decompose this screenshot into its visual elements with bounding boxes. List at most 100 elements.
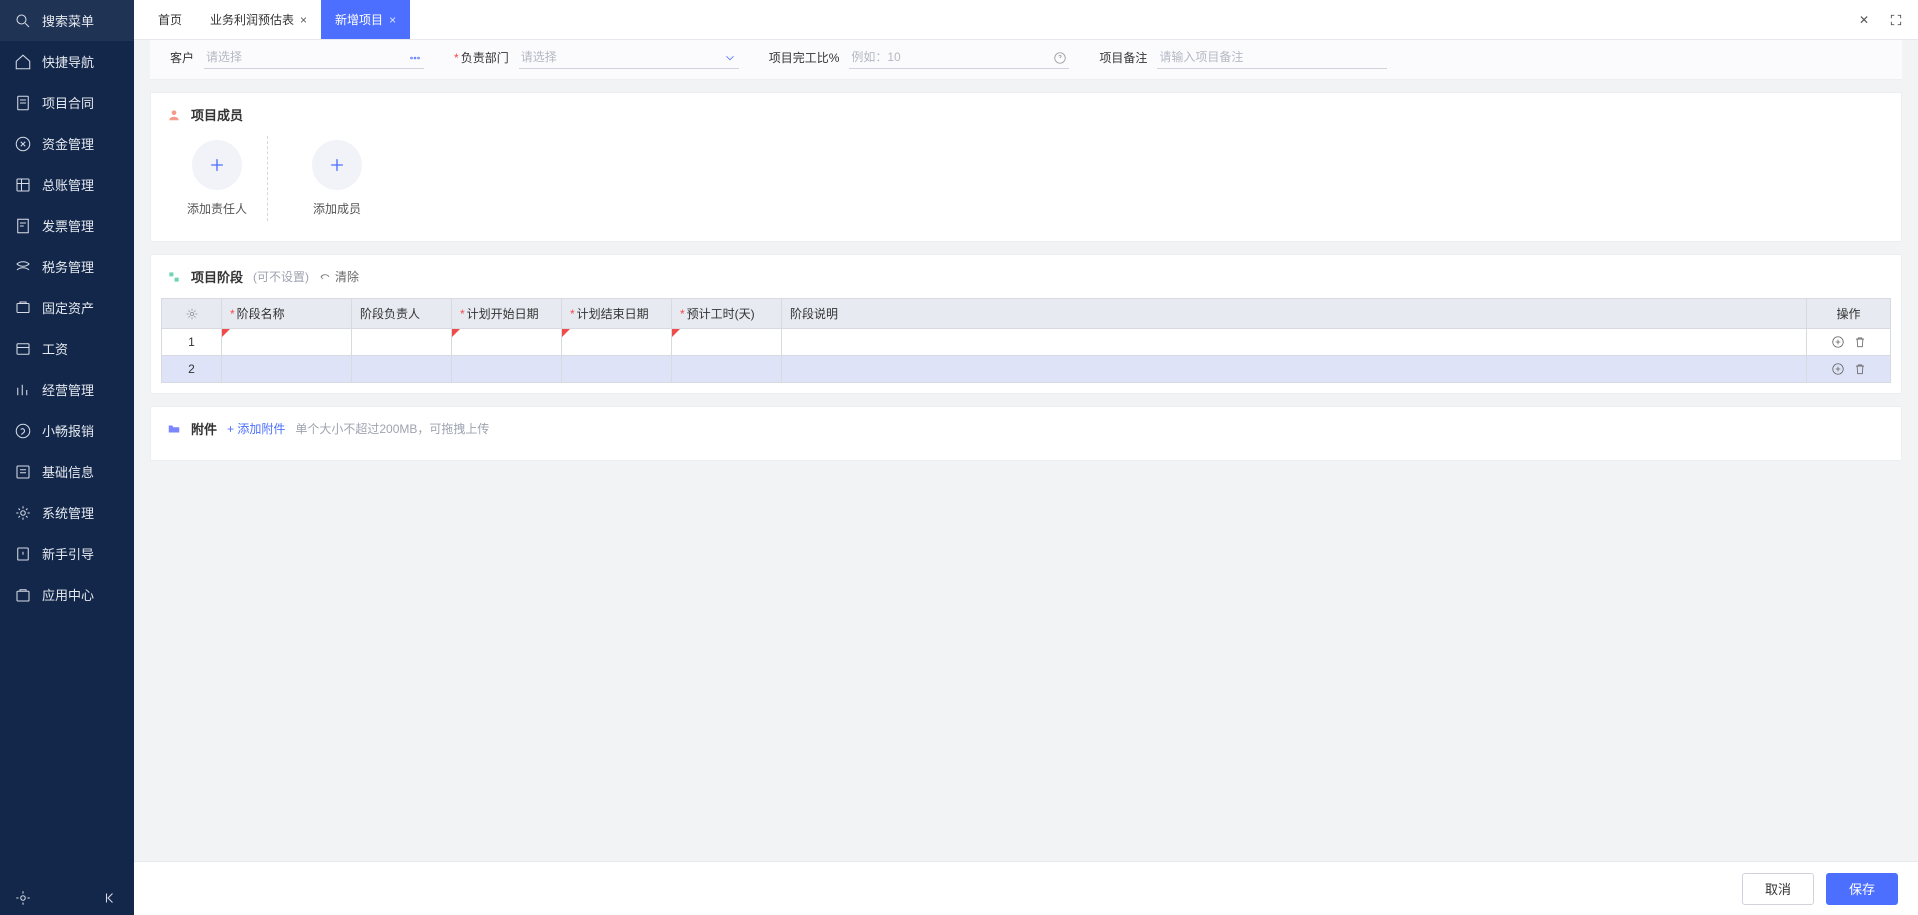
department-label: *负责部门	[454, 49, 509, 66]
add-member-button[interactable]	[312, 140, 362, 190]
customer-label: 客户	[170, 49, 194, 66]
delete-row-icon[interactable]	[1853, 362, 1867, 376]
tax-icon	[14, 258, 32, 276]
sidebar-item-label: 新手引导	[42, 544, 94, 563]
department-input[interactable]	[519, 46, 739, 69]
cell-start-date[interactable]	[452, 329, 562, 355]
add-owner-button[interactable]	[192, 140, 242, 190]
add-row-icon[interactable]	[1831, 335, 1845, 349]
row-index: 1	[162, 329, 222, 355]
sidebar-project-contract[interactable]: 项目合同	[0, 82, 134, 123]
sidebar-item-label: 基础信息	[42, 462, 94, 481]
col-ops: 操作	[1807, 299, 1890, 328]
col-phase-person: 阶段负责人	[352, 299, 452, 328]
add-attachment-button[interactable]: + 添加附件	[227, 420, 285, 437]
add-member-box: 添加成员	[292, 136, 382, 221]
sidebar-system[interactable]: 系统管理	[0, 492, 134, 533]
table-row: 2	[162, 356, 1806, 382]
sidebar-basicinfo[interactable]: 基础信息	[0, 451, 134, 492]
remark-label: 项目备注	[1099, 49, 1147, 66]
sidebar-invoice[interactable]: 发票管理	[0, 205, 134, 246]
sidebar-item-label: 小畅报销	[42, 421, 94, 440]
invoice-icon	[14, 217, 32, 235]
search-icon	[14, 12, 32, 30]
cancel-button[interactable]: 取消	[1742, 873, 1814, 905]
close-icon[interactable]: ×	[389, 13, 396, 27]
cell-phase-name[interactable]	[222, 356, 352, 382]
money-icon	[14, 135, 32, 153]
tab-label: 首页	[158, 11, 182, 28]
sidebar-guide[interactable]: 新手引导	[0, 533, 134, 574]
add-owner-box: 添加责任人	[167, 136, 268, 221]
settings-icon	[14, 504, 32, 522]
delete-row-icon[interactable]	[1853, 335, 1867, 349]
chart-icon	[14, 381, 32, 399]
sidebar-quicknav[interactable]: 快捷导航	[0, 41, 134, 82]
close-icon[interactable]: ×	[300, 13, 307, 27]
guide-icon	[14, 545, 32, 563]
save-button[interactable]: 保存	[1826, 873, 1898, 905]
add-member-label: 添加成员	[313, 200, 361, 217]
sidebar-funds[interactable]: 资金管理	[0, 123, 134, 164]
tab-new-project[interactable]: 新增项目 ×	[321, 0, 410, 39]
sidebar-apps[interactable]: 应用中心	[0, 574, 134, 615]
phase-clear-button[interactable]: 清除	[319, 268, 359, 285]
gear-icon[interactable]	[14, 889, 32, 907]
sidebar-asset[interactable]: 固定资产	[0, 287, 134, 328]
sidebar-ledger[interactable]: 总账管理	[0, 164, 134, 205]
sidebar-reimburse[interactable]: 小畅报销	[0, 410, 134, 451]
cell-hours[interactable]	[672, 329, 782, 355]
cell-phase-name[interactable]	[222, 329, 352, 355]
sidebar-salary[interactable]: 工资	[0, 328, 134, 369]
attachment-section: 附件 + 添加附件 单个大小不超过200MB，可拖拽上传	[150, 406, 1902, 461]
phase-title: 项目阶段	[191, 267, 243, 286]
sidebar-item-label: 工资	[42, 339, 68, 358]
row-index: 2	[162, 356, 222, 382]
gear-column-header[interactable]	[162, 299, 222, 328]
sidebar-item-label: 发票管理	[42, 216, 94, 235]
person-icon	[167, 108, 181, 122]
col-end-date: *计划结束日期	[562, 299, 672, 328]
sidebar-item-label: 项目合同	[42, 93, 94, 112]
cell-desc[interactable]	[782, 356, 1806, 382]
collapse-icon[interactable]	[102, 889, 120, 907]
phase-table: *阶段名称 阶段负责人 *计划开始日期 *计划结束日期 *预计工时(天) 阶段说…	[161, 298, 1891, 383]
add-row-icon[interactable]	[1831, 362, 1845, 376]
customer-input[interactable]	[204, 46, 424, 69]
col-desc: 阶段说明	[782, 299, 1806, 328]
sidebar-tax[interactable]: 税务管理	[0, 246, 134, 287]
info-icon	[14, 463, 32, 481]
cell-desc[interactable]	[782, 329, 1806, 355]
tab-profit-forecast[interactable]: 业务利润预估表 ×	[196, 0, 321, 39]
col-start-date: *计划开始日期	[452, 299, 562, 328]
sidebar-search[interactable]: 搜索菜单	[0, 0, 134, 41]
close-panel-icon[interactable]: ✕	[1852, 8, 1876, 32]
fullscreen-icon[interactable]	[1884, 8, 1908, 32]
folder-icon	[167, 422, 181, 436]
cell-phase-person[interactable]	[352, 356, 452, 382]
reimburse-icon	[14, 422, 32, 440]
completion-label: 项目完工比%	[769, 49, 840, 66]
col-hours: *预计工时(天)	[672, 299, 782, 328]
cell-end-date[interactable]	[562, 356, 672, 382]
sidebar-operation[interactable]: 经营管理	[0, 369, 134, 410]
tab-home[interactable]: 首页	[144, 0, 196, 39]
sidebar-item-label: 搜索菜单	[42, 11, 94, 30]
cell-hours[interactable]	[672, 356, 782, 382]
sidebar-item-label: 应用中心	[42, 585, 94, 604]
tab-label: 新增项目	[335, 11, 383, 28]
sidebar-item-label: 快捷导航	[42, 52, 94, 71]
sidebar-item-label: 经营管理	[42, 380, 94, 399]
ledger-icon	[14, 176, 32, 194]
sidebar: 搜索菜单 快捷导航 项目合同 资金管理 总账管理 发票管理 税务管理 固定资产	[0, 0, 134, 915]
cell-start-date[interactable]	[452, 356, 562, 382]
col-phase-name: *阶段名称	[222, 299, 352, 328]
asset-icon	[14, 299, 32, 317]
completion-input[interactable]	[849, 46, 1069, 69]
tab-label: 业务利润预估表	[210, 11, 294, 28]
sidebar-item-label: 税务管理	[42, 257, 94, 276]
cell-phase-person[interactable]	[352, 329, 452, 355]
members-title: 项目成员	[191, 105, 243, 124]
remark-input[interactable]	[1157, 46, 1387, 69]
cell-end-date[interactable]	[562, 329, 672, 355]
